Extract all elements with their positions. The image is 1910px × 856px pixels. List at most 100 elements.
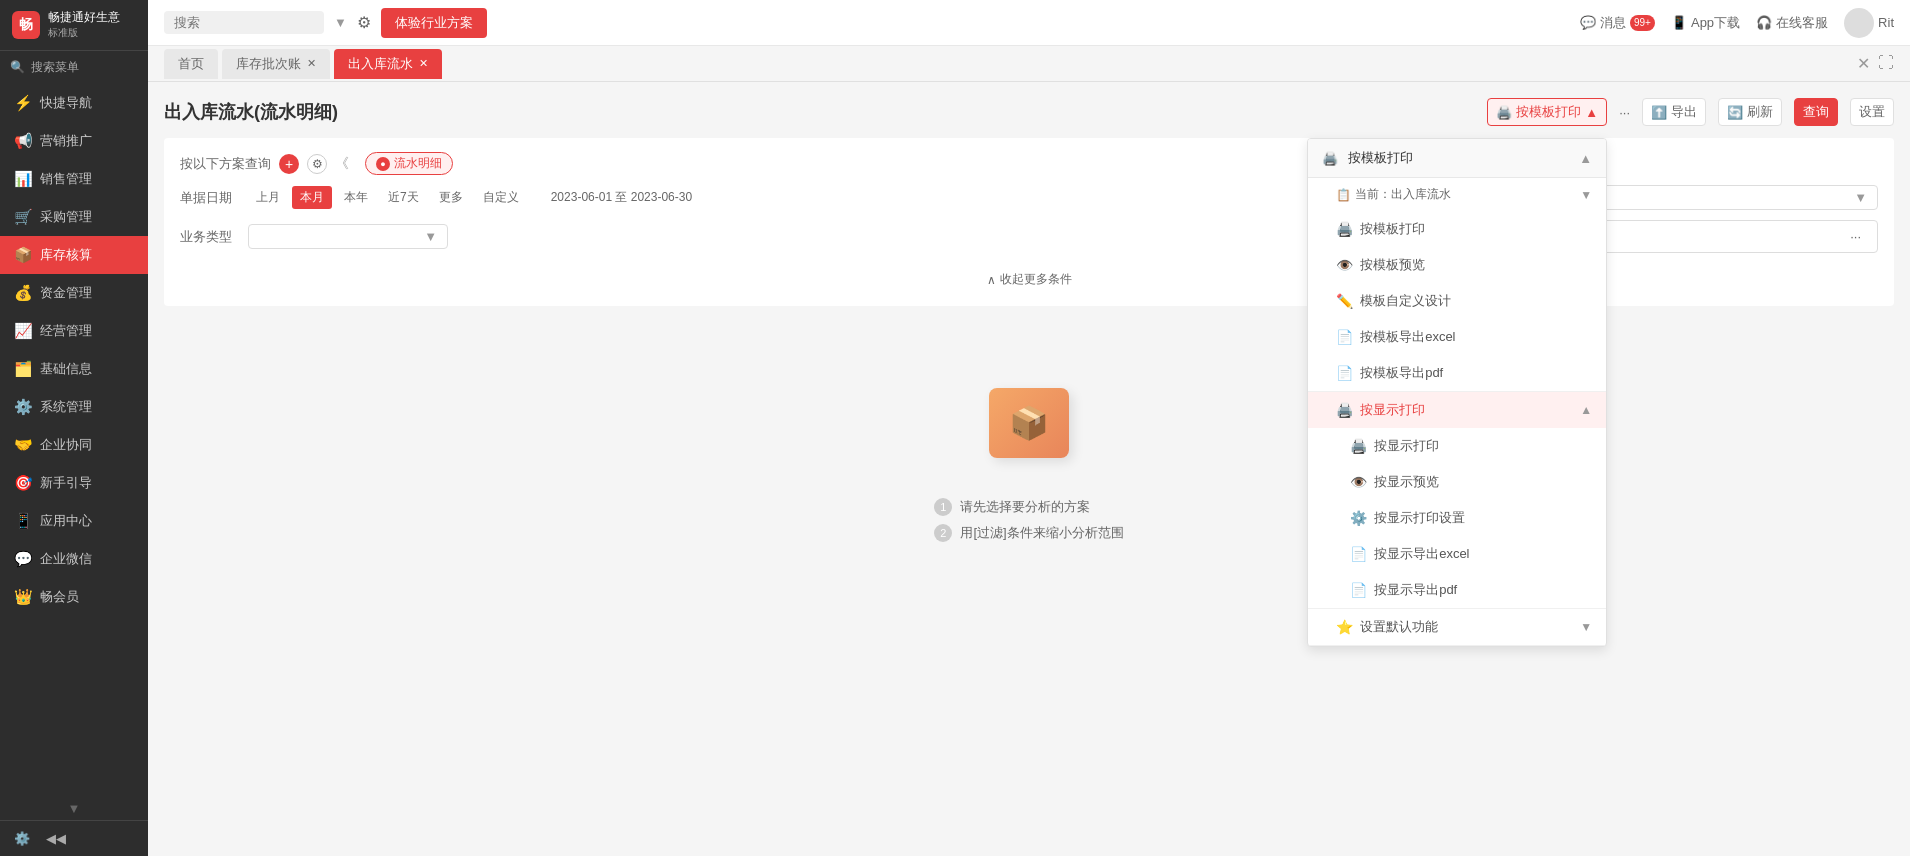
dropdown-item-display-settings[interactable]: ⚙️ 按显示打印设置 <box>1308 500 1606 536</box>
message-action[interactable]: 💬 消息 99+ <box>1580 14 1655 32</box>
date-filter-label: 单据日期 <box>180 189 232 207</box>
filter-config-btn[interactable]: ⚙ <box>307 154 327 174</box>
tabbar: 首页 库存批次账 ✕ 出入库流水 ✕ ✕ ⛶ <box>148 46 1910 82</box>
sidebar-item-purchase[interactable]: 🛒 采购管理 <box>0 198 148 236</box>
window-expand-icon[interactable]: ⛶ <box>1878 54 1894 73</box>
sidebar-item-inventory[interactable]: 📦 库存核算 <box>0 236 148 274</box>
shortcut-icon: ⚡ <box>14 94 32 112</box>
online-service-action[interactable]: 🎧 在线客服 <box>1756 14 1828 32</box>
sidebar-item-label: 销售管理 <box>40 170 92 188</box>
filter-add-btn[interactable]: + <box>279 154 299 174</box>
template-print-btn[interactable]: 🖨️ 按模板打印 ▲ <box>1487 98 1607 126</box>
dropdown-item-template-preview[interactable]: 👁️ 按模板预览 <box>1308 247 1606 283</box>
window-buttons: ✕ ⛶ <box>1857 54 1894 73</box>
business-arrow: ▼ <box>424 229 437 244</box>
app-download-action[interactable]: 📱 App下载 <box>1671 14 1740 32</box>
topbar-dropdown-icon[interactable]: ▼ <box>334 15 347 30</box>
tab-flow-close[interactable]: ✕ <box>419 57 428 70</box>
sidebar-item-marketing[interactable]: 📢 营销推广 <box>0 122 148 160</box>
tab-flow[interactable]: 出入库流水 ✕ <box>334 49 442 79</box>
item-label: 按模板预览 <box>1360 256 1425 274</box>
user-avatar-action[interactable]: Rit <box>1844 8 1894 38</box>
date-btn-7days[interactable]: 近7天 <box>380 186 427 209</box>
sidebar-item-finance[interactable]: 💰 资金管理 <box>0 274 148 312</box>
filter-panel: 按以下方案查询 + ⚙ 《 ● 流水明细 单据日期 上月 本月 本年 近7天 更… <box>164 138 1894 306</box>
sidebar-search-item[interactable]: 🔍 搜索菜单 <box>0 51 148 84</box>
export-btn[interactable]: ⬆️ 导出 <box>1642 98 1706 126</box>
sidebar-item-operations[interactable]: 📈 经营管理 <box>0 312 148 350</box>
query-btn[interactable]: 查询 <box>1794 98 1838 126</box>
dropdown-item-display-excel[interactable]: 📄 按显示导出excel <box>1308 536 1606 572</box>
window-close-icon[interactable]: ✕ <box>1857 54 1870 73</box>
sidebar-item-guide[interactable]: 🎯 新手引导 <box>0 464 148 502</box>
dropdown-item-display-print[interactable]: 🖨️ 按显示打印 <box>1308 428 1606 464</box>
sidebar-item-collab[interactable]: 🤝 企业协同 <box>0 426 148 464</box>
operations-icon: 📈 <box>14 322 32 340</box>
sidebar-item-system[interactable]: ⚙️ 系统管理 <box>0 388 148 426</box>
empty-step-1: 1 请先选择要分析的方案 <box>934 498 1123 516</box>
dropdown-item-template-custom[interactable]: ✏️ 模板自定义设计 <box>1308 283 1606 319</box>
filter-row-date: 单据日期 上月 本月 本年 近7天 更多 自定义 2023-06-01 至 20… <box>180 185 1878 210</box>
industry-btn[interactable]: 体验行业方案 <box>381 8 487 38</box>
system-icon: ⚙️ <box>14 398 32 416</box>
sidebar-item-sales[interactable]: 📊 销售管理 <box>0 160 148 198</box>
topbar-gear-icon[interactable]: ⚙ <box>357 13 371 32</box>
dropdown-item-display-preview[interactable]: 👁️ 按显示预览 <box>1308 464 1606 500</box>
tab-batch[interactable]: 库存批次账 ✕ <box>222 49 330 79</box>
settings-icon[interactable]: ⚙️ <box>14 831 30 846</box>
dropdown-item-display-pdf[interactable]: 📄 按显示导出pdf <box>1308 572 1606 608</box>
member-icon: 👑 <box>14 588 32 606</box>
dropdown-section-3: ⭐ 设置默认功能 ▼ <box>1308 609 1606 646</box>
current-template-icon: 📋 <box>1336 188 1351 202</box>
dropdown-item-template-excel[interactable]: 📄 按模板导出excel <box>1308 319 1606 355</box>
dropdown-section-header-display[interactable]: 🖨️ 按显示打印 ▲ <box>1308 392 1606 428</box>
more-options-btn[interactable]: ··· <box>1619 105 1630 120</box>
sidebar-item-shortcut[interactable]: ⚡ 快捷导航 <box>0 84 148 122</box>
current-template-label: 当前：出入库流水 <box>1355 186 1451 203</box>
topbar-search-input[interactable] <box>164 11 324 34</box>
item-custom-icon: ✏️ <box>1336 293 1352 309</box>
settings-btn[interactable]: 设置 <box>1850 98 1894 126</box>
sidebar-scroll-down[interactable]: ▼ <box>0 797 148 820</box>
print-icon: 🖨️ <box>1496 105 1512 120</box>
item-icon: ⚙️ <box>1350 510 1366 526</box>
refresh-btn[interactable]: 🔄 刷新 <box>1718 98 1782 126</box>
business-filter-select[interactable]: ▼ <box>248 224 448 249</box>
collab-icon: 🤝 <box>14 436 32 454</box>
tab-batch-close[interactable]: ✕ <box>307 57 316 70</box>
dropdown-item-template-print[interactable]: 🖨️ 按模板打印 <box>1308 211 1606 247</box>
item-icon: 👁️ <box>1350 474 1366 490</box>
sidebar-item-wechat[interactable]: 💬 企业微信 <box>0 540 148 578</box>
item-pdf-icon: 📄 <box>1336 365 1352 381</box>
sidebar-item-label: 采购管理 <box>40 208 92 226</box>
dropdown-item-set-default[interactable]: ⭐ 设置默认功能 ▼ <box>1308 609 1606 645</box>
collapse-btn[interactable]: ∧ 收起更多条件 <box>979 267 1080 292</box>
export-icon: ⬆️ <box>1651 105 1667 120</box>
empty-steps: 1 请先选择要分析的方案 2 用[过滤]条件来缩小分析范围 <box>934 498 1123 550</box>
sidebar-bottom: ⚙️ ◀◀ <box>0 820 148 856</box>
filter-active-tag[interactable]: ● 流水明细 <box>365 152 453 175</box>
dropdown-arrow-icon[interactable]: ▲ <box>1579 151 1592 166</box>
finance-icon: 💰 <box>14 284 32 302</box>
user-name: Rit <box>1878 15 1894 30</box>
tab-home[interactable]: 首页 <box>164 49 218 79</box>
item-arrow-icon: ▲ <box>1580 403 1592 417</box>
date-btn-lastmonth[interactable]: 上月 <box>248 186 288 209</box>
date-btn-thismonth[interactable]: 本月 <box>292 186 332 209</box>
warehouse-more-btn[interactable]: ··· <box>1844 225 1867 248</box>
filter-tag-icon: ● <box>376 157 390 171</box>
date-btn-custom[interactable]: 自定义 <box>475 186 527 209</box>
collapse-icon: ∧ <box>987 273 996 287</box>
guide-icon: 🎯 <box>14 474 32 492</box>
sidebar-item-basic[interactable]: 🗂️ 基础信息 <box>0 350 148 388</box>
dropdown-item-template-pdf[interactable]: 📄 按模板导出pdf <box>1308 355 1606 391</box>
sidebar-item-label: 基础信息 <box>40 360 92 378</box>
sidebar-item-member[interactable]: 👑 畅会员 <box>0 578 148 616</box>
date-btn-more[interactable]: 更多 <box>431 186 471 209</box>
collapse-sidebar-icon[interactable]: ◀◀ <box>46 831 66 846</box>
sidebar-item-app[interactable]: 📱 应用中心 <box>0 502 148 540</box>
date-btn-thisyear[interactable]: 本年 <box>336 186 376 209</box>
logo-text: 畅捷通好生意 <box>48 10 120 26</box>
topbar: ▼ ⚙ 体验行业方案 💬 消息 99+ 📱 App下载 🎧 在线客服 Rit <box>148 0 1910 46</box>
filter-collapse-icon[interactable]: 《 <box>335 155 349 173</box>
